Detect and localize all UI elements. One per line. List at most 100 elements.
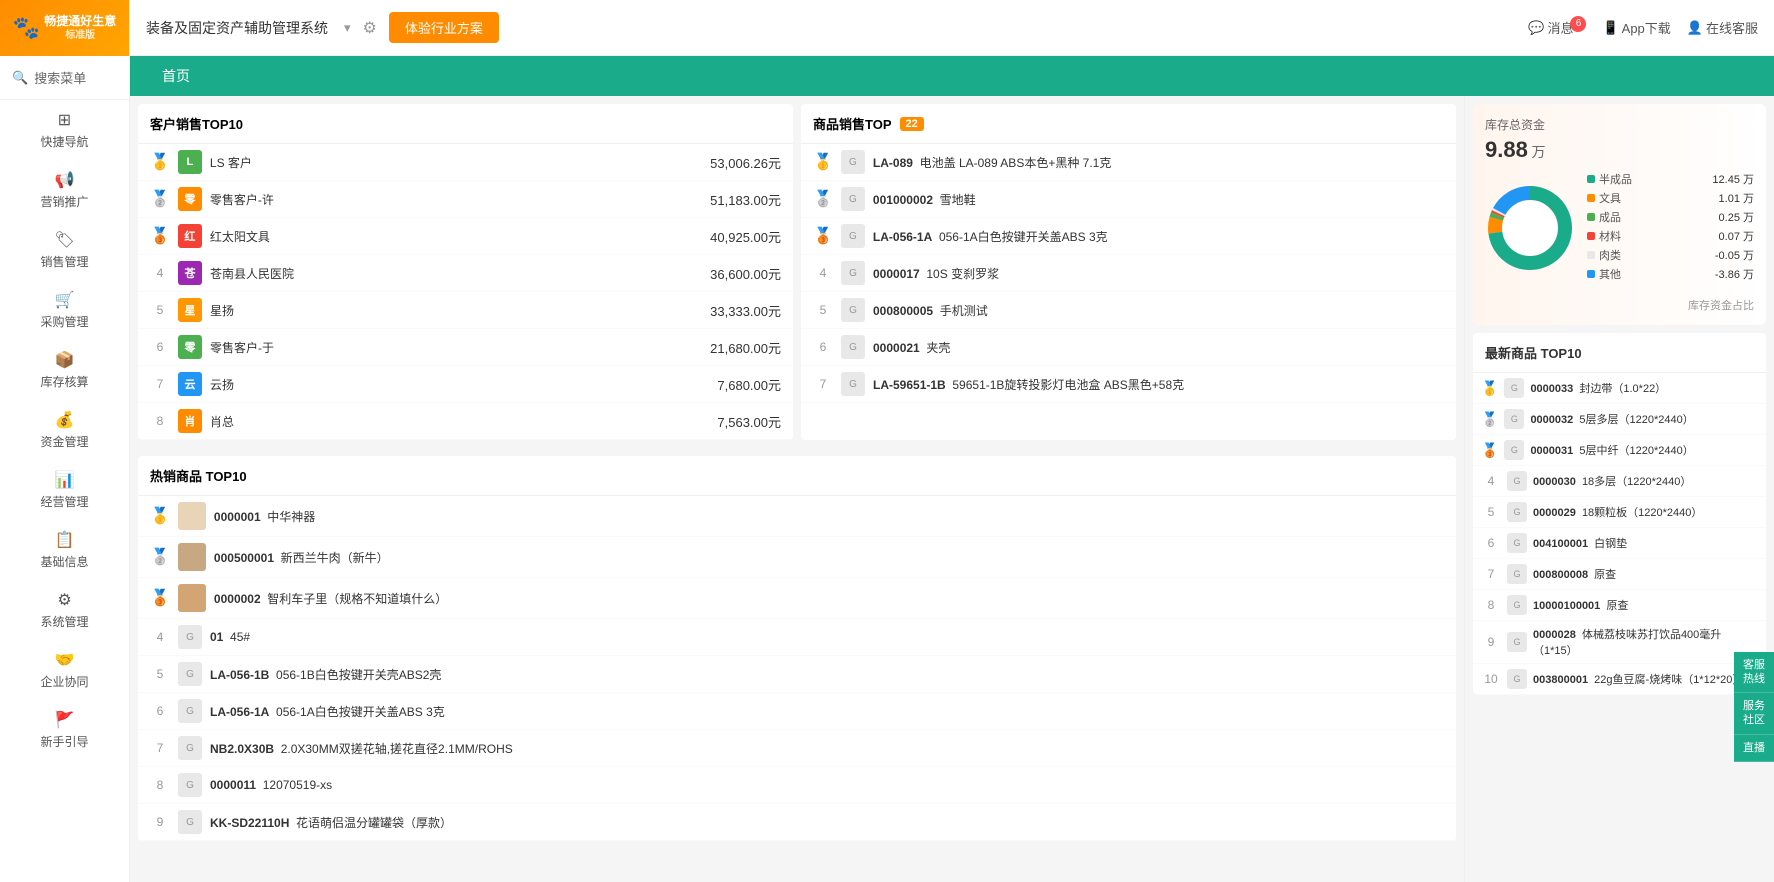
new-product-row[interactable]: 8 G 10000100001 原查	[1473, 590, 1766, 621]
rank-num: 7	[813, 377, 833, 391]
operations-label: 经营管理	[40, 493, 88, 510]
sidebar-item-guide[interactable]: 🚩新手引导	[0, 700, 129, 760]
product-sold-row[interactable]: 5 G 000800005 手机测试	[801, 292, 1456, 329]
purchase-icon: 🛒	[55, 290, 75, 310]
product-avatar: G	[841, 335, 865, 359]
hot-product-row[interactable]: 9 G KK-SD22110H 花语萌侣温分罐罐袋（厚款）	[138, 804, 1456, 841]
hot-product-name: KK-SD22110H 花语萌侣温分罐罐袋（厚款）	[210, 814, 1444, 831]
product-avatar: G	[178, 625, 202, 649]
rank-medal: 🥈	[150, 189, 170, 209]
hot-product-row[interactable]: 6 G LA-056-1A 056-1A白色按键开关盖ABS 3克	[138, 693, 1456, 730]
customer-row[interactable]: 🥈 零 零售客户-许 51,183.00元	[138, 181, 793, 218]
legend-item: 肉类 -0.05 万	[1587, 247, 1754, 263]
sidebar-item-quick-nav[interactable]: ⊞快捷导航	[0, 100, 129, 160]
sidebar-item-inventory[interactable]: 📦库存核算	[0, 340, 129, 400]
hot-product-row[interactable]: 🥇 0000001 中华神器	[138, 496, 1456, 537]
float-buttons: 客服热线 服务社区 直播	[1734, 652, 1774, 762]
customer-row[interactable]: 🥇 L LS 客户 53,006.26元	[138, 144, 793, 181]
sidebar-item-operations[interactable]: 📊经营管理	[0, 460, 129, 520]
legend-label: 其他	[1599, 266, 1711, 282]
product-sold-row[interactable]: 🥈 G 001000002 雪地鞋	[801, 181, 1456, 218]
basic-label: 基础信息	[40, 553, 88, 570]
hot-product-row[interactable]: 7 G NB2.0X30B 2.0X30MM双搓花轴,搓花直径2.1MM/ROH…	[138, 730, 1456, 767]
customer-name: 零售客户-许	[210, 191, 702, 208]
hot-product-row[interactable]: 4 G 01 45#	[138, 619, 1456, 656]
dropdown-arrow-icon[interactable]: ▾	[344, 20, 351, 36]
sidebar-item-basic[interactable]: 📋基础信息	[0, 520, 129, 580]
float-live-btn[interactable]: 直播	[1734, 735, 1774, 762]
new-product-row[interactable]: 9 G 0000028 体械荔枝味苏打饮品400毫升（1*15）	[1473, 621, 1766, 664]
new-product-row[interactable]: 4 G 0000030 18多层（1220*2440）	[1473, 466, 1766, 497]
trial-button[interactable]: 体验行业方案	[389, 12, 499, 43]
new-product-row[interactable]: 7 G 000800008 原查	[1473, 559, 1766, 590]
product-avatar: G	[841, 150, 865, 174]
hot-product-row[interactable]: 5 G LA-056-1B 056-1B白色按键开关壳ABS2壳	[138, 656, 1456, 693]
inventory-label: 库存资金占比	[1485, 297, 1754, 313]
settings-icon[interactable]: ⚙	[363, 18, 377, 38]
customer-avatar: 云	[178, 372, 202, 396]
sidebar-item-purchase[interactable]: 🛒 采购管理	[0, 280, 129, 340]
sidebar-search[interactable]: 🔍 搜索菜单	[0, 56, 129, 100]
inventory-amount: 9.88	[1485, 137, 1528, 162]
legend-item: 材料 0.07 万	[1587, 228, 1754, 244]
rank-medal: 🥉	[813, 226, 833, 246]
product-sold-row[interactable]: 6 G 0000021 夹壳	[801, 329, 1456, 366]
service-action[interactable]: 👤 在线客服	[1687, 18, 1758, 37]
new-product-row[interactable]: 🥉 G 0000031 5层中纤（1220*2440）	[1473, 435, 1766, 466]
product-sold-row[interactable]: 7 G LA-59651-1B 59651-1B旋转投影灯电池盒 ABS黑色+5…	[801, 366, 1456, 403]
product-avatar: G	[178, 736, 202, 760]
product-sales-panel: 商品销售TOP 22 🥇 G LA-089 电池盖 LA-089 ABS本色+黑…	[801, 104, 1456, 440]
product-sold-row[interactable]: 🥉 G LA-056-1A 056-1A白色按键开关盖ABS 3克	[801, 218, 1456, 255]
customer-row[interactable]: 🥉 红 红太阳文具 40,925.00元	[138, 218, 793, 255]
hot-product-row[interactable]: 8 G 0000011 12070519-xs	[138, 767, 1456, 804]
customer-row[interactable]: 8 肖 肖总 7,563.00元	[138, 403, 793, 440]
product-name: 000800005 手机测试	[873, 302, 1444, 319]
new-product-avatar: G	[1507, 564, 1527, 584]
donut-chart	[1485, 183, 1575, 273]
new-product-avatar: G	[1507, 502, 1527, 522]
hot-product-rows: 🥇 0000001 中华神器 🥈 000500001 新西兰牛肉（新牛） 🥉 0…	[138, 496, 1456, 841]
new-product-row[interactable]: 🥇 G 0000033 封边带（1.0*22）	[1473, 373, 1766, 404]
sidebar-item-marketing[interactable]: 📢营销推广	[0, 160, 129, 220]
product-sold-row[interactable]: 🥇 G LA-089 电池盖 LA-089 ABS本色+黑种 7.1克	[801, 144, 1456, 181]
rank-num: 10	[1481, 672, 1501, 686]
new-product-row[interactable]: 5 G 0000029 18颗粒板（1220*2440）	[1473, 497, 1766, 528]
customer-row[interactable]: 4 苍 苍南县人民医院 36,600.00元	[138, 255, 793, 292]
customer-name: 星扬	[210, 302, 702, 319]
float-community-btn[interactable]: 服务社区	[1734, 693, 1774, 735]
rank-num: 5	[150, 667, 170, 681]
rank-num: 8	[1481, 598, 1501, 612]
sidebar-item-enterprise[interactable]: 🤝企业协同	[0, 640, 129, 700]
hot-product-row[interactable]: 🥉 0000002 智利车子里（规格不知道填什么）	[138, 578, 1456, 619]
new-product-row[interactable]: 🥈 G 0000032 5层多层（1220*2440）	[1473, 404, 1766, 435]
message-action[interactable]: 💬 消息 6	[1528, 18, 1586, 37]
customer-row[interactable]: 6 零 零售客户-于 21,680.00元	[138, 329, 793, 366]
sidebar-item-system[interactable]: ⚙系统管理	[0, 580, 129, 640]
new-product-name: 0000029 18颗粒板（1220*2440）	[1533, 504, 1758, 520]
app-download-action[interactable]: 📱 App下载	[1602, 18, 1670, 37]
new-product-row[interactable]: 6 G 004100001 白钢垫	[1473, 528, 1766, 559]
new-product-row[interactable]: 10 G 003800001 22g鱼豆腐-烧烤味（1*12*20）	[1473, 664, 1766, 695]
nav-home[interactable]: 首页	[146, 58, 206, 94]
rank-medal: 🥉	[150, 588, 170, 608]
legend-dot	[1587, 232, 1595, 240]
float-service-btn[interactable]: 客服热线	[1734, 652, 1774, 694]
sidebar-item-sales[interactable]: 🏷销售管理	[0, 220, 129, 280]
phone-icon: 📱	[1602, 20, 1618, 36]
content-area: 客户销售TOP10 🥇 L LS 客户 53,006.26元 🥈 零 零售客户-…	[130, 96, 1774, 882]
sidebar-item-finance[interactable]: 💰资金管理	[0, 400, 129, 460]
hot-product-row[interactable]: 🥈 000500001 新西兰牛肉（新牛）	[138, 537, 1456, 578]
purchase-label: 采购管理	[40, 313, 88, 330]
search-menu-button[interactable]: 🔍 搜索菜单	[8, 64, 121, 91]
customer-row[interactable]: 7 云 云扬 7,680.00元	[138, 366, 793, 403]
customer-row[interactable]: 5 星 星扬 33,333.00元	[138, 292, 793, 329]
new-product-avatar: G	[1504, 378, 1524, 398]
new-product-avatar: G	[1504, 440, 1524, 460]
product-name: 0000021 夹壳	[873, 339, 1444, 356]
customer-amount: 7,680.00元	[717, 375, 781, 394]
product-sold-row[interactable]: 4 G 0000017 10S 变刹罗浆	[801, 255, 1456, 292]
rank-num: 6	[150, 340, 170, 354]
customer-name: LS 客户	[210, 154, 702, 171]
sidebar-logo: 🐾 畅捷通好生意 标准版	[0, 0, 129, 56]
legend-item: 文具 1.01 万	[1587, 190, 1754, 206]
